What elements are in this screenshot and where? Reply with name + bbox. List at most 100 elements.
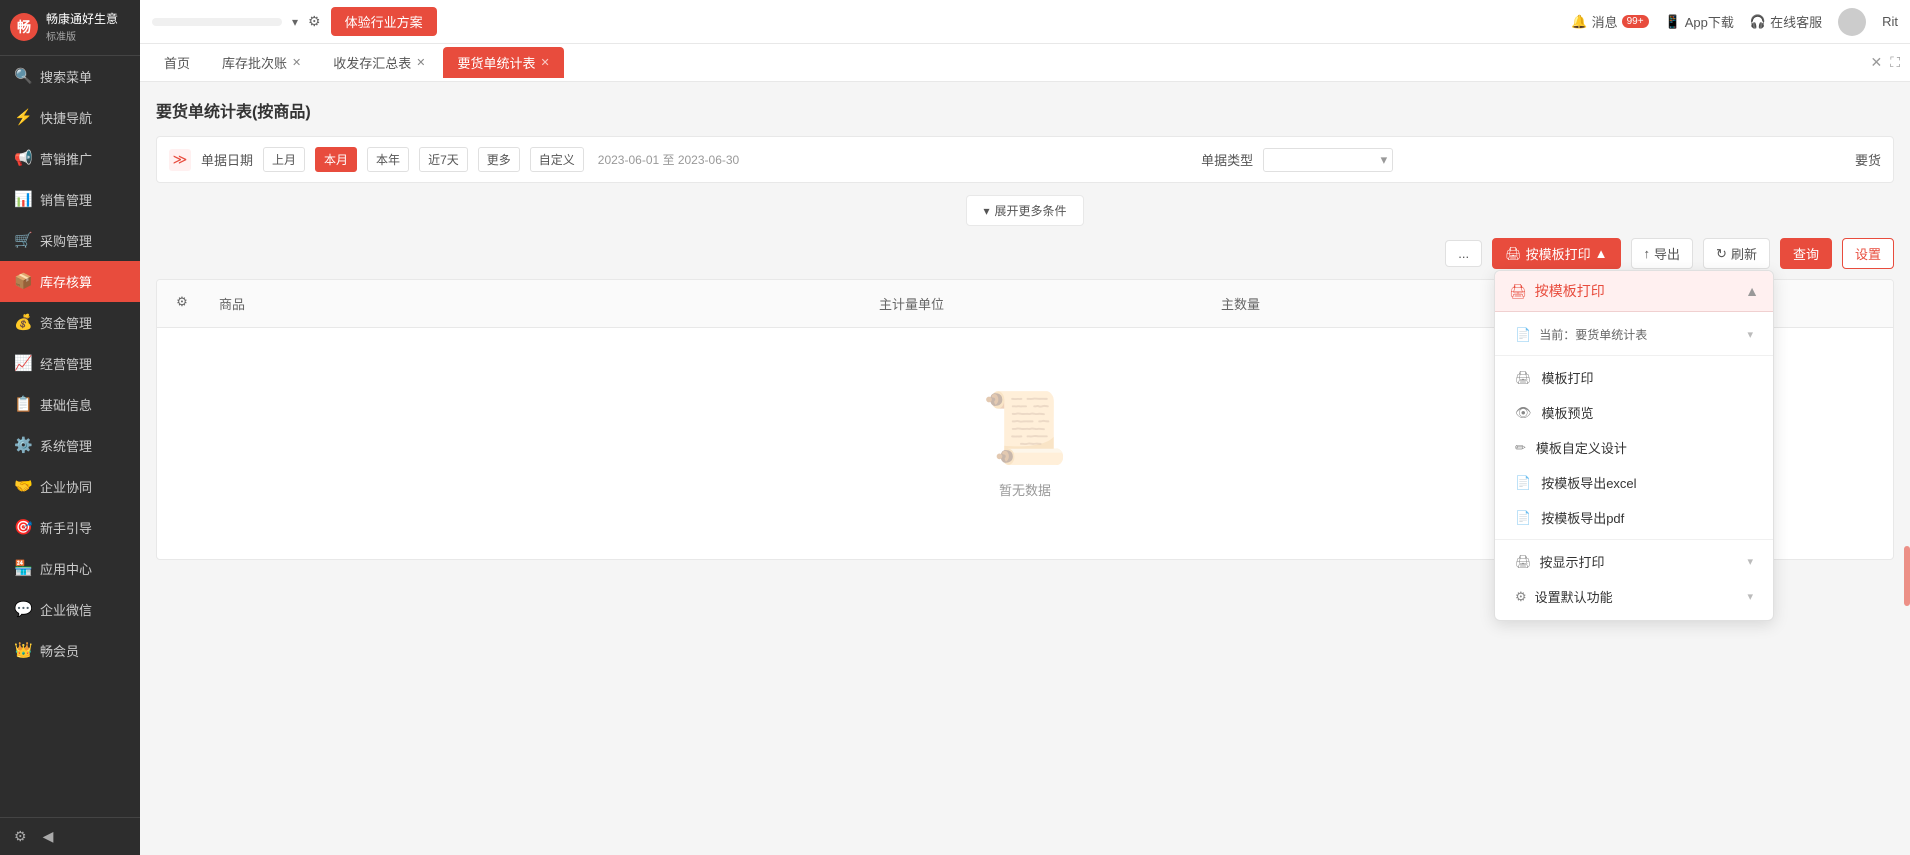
logo-text-wrap: 畅康通好生意 标准版	[46, 12, 118, 43]
print-label-template_print: 模板打印	[1542, 368, 1594, 387]
tab-close-receivables[interactable]: ✕	[416, 56, 425, 69]
scroll-thumb[interactable]	[1904, 546, 1910, 606]
chevron-down-icon: ▾	[983, 204, 989, 218]
print-item-template_custom[interactable]: ✏模板自定义设计	[1495, 430, 1773, 465]
sidebar-item-operation[interactable]: 📈经营管理	[0, 343, 140, 384]
refresh-btn[interactable]: ↻ 刷新	[1703, 238, 1770, 269]
print-item-template_preview[interactable]: 👁模板预览	[1495, 395, 1773, 430]
settings-bottom-icon[interactable]: ⚙	[14, 828, 27, 845]
query-btn[interactable]: 查询	[1780, 238, 1832, 269]
date-btn-更多[interactable]: 更多	[478, 147, 520, 172]
trial-button[interactable]: 体验行业方案	[331, 7, 437, 36]
print-icon-template_print: 🖨	[1515, 370, 1532, 386]
topbar-dropdown[interactable]: ▾	[292, 15, 298, 29]
sidebar-icon-member: 👑	[14, 641, 32, 659]
tab-close-order_stats[interactable]: ✕	[541, 56, 550, 69]
tab-inventory_batch[interactable]: 库存批次账✕	[208, 47, 315, 78]
close-tab-btn[interactable]: ✕	[1870, 54, 1882, 71]
date-btn-近7天[interactable]: 近7天	[419, 147, 468, 172]
expand-more-btn[interactable]: ▾ 展开更多条件	[966, 195, 1083, 226]
app-name: 畅康通好生意	[46, 12, 118, 28]
speaker-icon[interactable]: ◀	[43, 828, 54, 845]
sidebar-icon-wechat: 💬	[14, 600, 32, 618]
sidebar-item-basic[interactable]: 📋基础信息	[0, 384, 140, 425]
current-template-chevron: ▾	[1747, 328, 1753, 341]
notifications-label: 消息	[1592, 12, 1618, 31]
bill-type-label: 单据类型	[1201, 150, 1253, 169]
print-dropdown-title: 按模板打印	[1535, 281, 1605, 301]
sidebar-item-quicknav[interactable]: ⚡快捷导航	[0, 97, 140, 138]
phone-icon: 📱	[1665, 14, 1681, 30]
th-unit: 主计量单位	[867, 288, 1209, 319]
date-btn-上月[interactable]: 上月	[263, 147, 305, 172]
sidebar-item-newbie[interactable]: 🎯新手引导	[0, 507, 140, 548]
sidebar-item-appstore[interactable]: 🏪应用中心	[0, 548, 140, 589]
app-download-item[interactable]: 📱 App下载	[1665, 12, 1734, 31]
print-item-export_pdf[interactable]: 📄按模板导出pdf	[1495, 500, 1773, 535]
print-label-export_excel: 按模板导出excel	[1541, 473, 1636, 492]
export-icon: ↑	[1644, 246, 1651, 261]
search-bar[interactable]	[152, 18, 282, 26]
more-icon: ...	[1458, 246, 1469, 261]
sidebar-item-wechat[interactable]: 💬企业微信	[0, 589, 140, 630]
tab-receivables[interactable]: 收发存汇总表 ✕	[319, 47, 439, 78]
user-name[interactable]: Rit	[1882, 14, 1898, 29]
sidebar-label-marketing: 营销推广	[40, 149, 92, 168]
current-template-item[interactable]: 📄 当前：要货单统计表 ▾	[1495, 318, 1773, 351]
topbar-gear-icon[interactable]: ⚙	[308, 13, 321, 30]
print-item-set_default[interactable]: ⚙设置默认功能▾	[1495, 579, 1773, 614]
sidebar-item-member[interactable]: 👑畅会员	[0, 630, 140, 671]
bill-type-select[interactable]	[1263, 148, 1393, 172]
empty-text: 暂无数据	[999, 480, 1051, 499]
print-dropdown-title-wrap: 🖨 按模板打印	[1509, 281, 1605, 301]
settings-btn[interactable]: 设置	[1842, 238, 1894, 269]
main-area: ▾ ⚙ 体验行业方案 🔔 消息 99+ 📱 App下载 🎧 在线客服 Rit 首…	[140, 0, 1910, 855]
sidebar-label-inventory: 库存核算	[40, 272, 92, 291]
sidebar-nav: 🔍搜索菜单⚡快捷导航📢营销推广📊销售管理🛒采购管理📦库存核算💰资金管理📈经营管理…	[0, 56, 140, 817]
sidebar-icon-newbie: 🎯	[14, 518, 32, 536]
action-bar: ... 🖨 按模板打印 ▲ ↑ 导出 ↻ 刷新 查询 设置	[156, 238, 1894, 269]
notifications-item[interactable]: 🔔 消息 99+	[1571, 12, 1648, 31]
sidebar-item-search[interactable]: 🔍搜索菜单	[0, 56, 140, 97]
customer-service-label: 在线客服	[1770, 12, 1822, 31]
sidebar-item-finance[interactable]: 💰资金管理	[0, 302, 140, 343]
sidebar-item-system[interactable]: ⚙️系统管理	[0, 425, 140, 466]
customer-service-item[interactable]: 🎧 在线客服	[1750, 12, 1822, 31]
date-btn-本年[interactable]: 本年	[367, 147, 409, 172]
filter-bar: ≫ 单据日期 上月本月本年近7天更多自定义 2023-06-01 至 2023-…	[156, 136, 1894, 183]
more-action-btn[interactable]: ...	[1445, 240, 1482, 267]
sidebar-label-appstore: 应用中心	[40, 559, 92, 578]
print-item-export_excel[interactable]: 📄按模板导出excel	[1495, 465, 1773, 500]
expand-tab-btn[interactable]: ⛶	[1890, 54, 1900, 71]
sidebar-item-collab[interactable]: 🤝企业协同	[0, 466, 140, 507]
tab-home[interactable]: 首页	[150, 47, 204, 78]
print-template-btn[interactable]: 🖨 按模板打印 ▲	[1492, 238, 1620, 269]
current-template-label: 当前：要货单统计表	[1539, 326, 1647, 343]
tab-order_stats[interactable]: 要货单统计表✕	[443, 47, 563, 78]
expand-more-label: 展开更多条件	[995, 202, 1067, 219]
sidebar-label-search: 搜索菜单	[40, 67, 92, 86]
sidebar-item-purchase[interactable]: 🛒采购管理	[0, 220, 140, 261]
date-btn-自定义[interactable]: 自定义	[530, 147, 584, 172]
tab-label-receivables: 收发存汇总表	[333, 53, 411, 72]
filter-expand-icon[interactable]: ≫	[169, 149, 191, 171]
page-title: 要货单统计表(按商品)	[156, 98, 1894, 122]
th-settings[interactable]: ⚙	[157, 288, 207, 319]
print-icon-display_print: 🖨	[1515, 554, 1532, 570]
print-icon-set_default: ⚙	[1515, 589, 1527, 605]
date-btn-本月[interactable]: 本月	[315, 147, 357, 172]
tab-close-inventory_batch[interactable]: ✕	[292, 56, 301, 69]
sidebar-item-sales[interactable]: 📊销售管理	[0, 179, 140, 220]
print-item-template_print[interactable]: 🖨 模板打印	[1495, 360, 1773, 395]
user-avatar[interactable]	[1838, 8, 1866, 36]
print-item-display_print[interactable]: 🖨按显示打印▾	[1495, 544, 1773, 579]
tab-label-home: 首页	[164, 53, 190, 72]
sidebar-item-inventory[interactable]: 📦库存核算	[0, 261, 140, 302]
sidebar-label-purchase: 采购管理	[40, 231, 92, 250]
bell-icon: 🔔	[1571, 14, 1587, 30]
sidebar-label-collab: 企业协同	[40, 477, 92, 496]
sidebar-item-marketing[interactable]: 📢营销推广	[0, 138, 140, 179]
divider-1	[1495, 355, 1773, 356]
export-btn[interactable]: ↑ 导出	[1631, 238, 1694, 269]
print-dropdown-close-btn[interactable]: ▲	[1745, 283, 1759, 299]
